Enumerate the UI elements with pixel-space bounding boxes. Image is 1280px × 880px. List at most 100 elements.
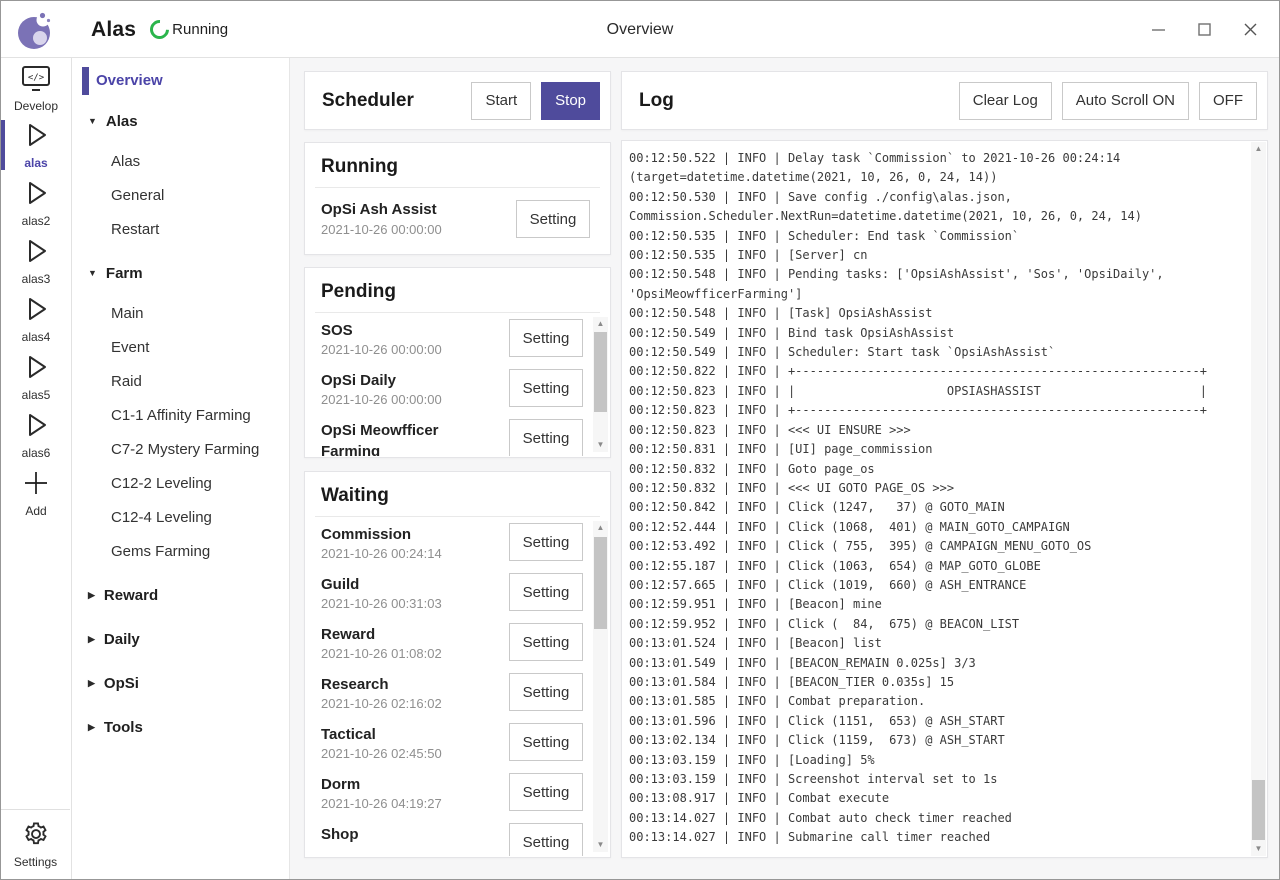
scroll-up-icon[interactable]: ▲ [593, 521, 608, 535]
nav-item-overview[interactable]: Overview [96, 67, 289, 95]
scroll-down-icon[interactable]: ▼ [1251, 842, 1266, 856]
nav-item-event[interactable]: Event [111, 331, 289, 365]
nav-item-c7-2-mystery-farming[interactable]: C7-2 Mystery Farming [111, 433, 289, 467]
task-row: OpSi Ash Assist2021-10-26 00:00:00Settin… [305, 188, 610, 252]
scroll-thumb[interactable] [594, 332, 607, 412]
minimize-icon[interactable] [1135, 1, 1181, 58]
setting-button[interactable]: Setting [509, 573, 583, 611]
setting-button[interactable]: Setting [509, 623, 583, 661]
nav-item-main[interactable]: Main [111, 297, 289, 331]
sidebar-item-add[interactable]: Add [1, 465, 71, 521]
sidebar-item-alas3[interactable]: alas3 [1, 233, 71, 289]
log-line: 00:12:52.444 | INFO | Click (1068, 401) … [629, 518, 1246, 537]
sidebar-item-alas[interactable]: alas [1, 117, 71, 173]
setting-button[interactable]: Setting [509, 823, 583, 856]
log-line: 00:13:14.027 | INFO | Combat auto check … [629, 809, 1246, 828]
nav-item-restart[interactable]: Restart [111, 213, 289, 247]
start-button[interactable]: Start [471, 82, 531, 120]
log-panel: 00:12:50.522 | INFO | Delay task `Commis… [621, 140, 1268, 858]
setting-button[interactable]: Setting [516, 200, 590, 238]
setting-button[interactable]: Setting [509, 523, 583, 561]
log-line: 00:12:59.952 | INFO | Click ( 84, 675) @… [629, 615, 1246, 634]
app-logo-icon [15, 9, 55, 51]
nav-item-gems-farming[interactable]: Gems Farming [111, 535, 289, 569]
nav-group-tools[interactable]: ▶Tools [88, 717, 289, 737]
setting-button[interactable]: Setting [509, 369, 583, 407]
task-name: OpSi Daily [321, 370, 489, 391]
waiting-title: Waiting [305, 472, 610, 516]
log-line: 00:12:50.549 | INFO | Scheduler: Start t… [629, 343, 1246, 362]
log-line: 00:13:02.134 | INFO | Click (1159, 673) … [629, 731, 1246, 750]
task-name: OpSi Ash Assist [321, 199, 489, 220]
setting-button[interactable]: Setting [509, 319, 583, 357]
log-line: 'OpsiMeowfficerFarming'] [629, 285, 1246, 304]
log-line: 00:13:03.159 | INFO | Screenshot interva… [629, 770, 1246, 789]
task-name: SOS [321, 320, 489, 341]
window-controls [1135, 1, 1273, 58]
sidebar-item-alas2[interactable]: alas2 [1, 175, 71, 231]
nav-group-label: OpSi [104, 675, 139, 692]
sidebar-item-settings[interactable]: Settings [1, 809, 70, 879]
develop-icon: </> [19, 65, 53, 98]
task-row: Guild2021-10-26 00:31:03Setting [305, 567, 610, 617]
sidebar-item-alas5[interactable]: alas5 [1, 349, 71, 405]
nav-group-alas[interactable]: ▼Alas [88, 111, 289, 131]
task-next-run-time: 2021-10-26 02:45:50 [321, 746, 442, 761]
gear-icon [21, 819, 51, 854]
log-line: 00:12:50.823 | INFO | <<< UI ENSURE >>> [629, 421, 1246, 440]
scroll-thumb[interactable] [594, 537, 607, 629]
sidebar-item-label: Develop [14, 99, 58, 113]
scroll-up-icon[interactable]: ▲ [593, 317, 608, 331]
autoscroll-off-button[interactable]: OFF [1199, 82, 1257, 120]
nav-group-opsi[interactable]: ▶ OpSi [88, 673, 289, 693]
nav-item-c1-1-affinity-farming[interactable]: C1-1 Affinity Farming [111, 399, 289, 433]
chevron-down-icon: ▼ [88, 268, 97, 278]
scroll-down-icon[interactable]: ▼ [593, 838, 608, 852]
sidebar-item-label: alas3 [22, 272, 51, 286]
play-icon [21, 410, 51, 445]
pending-list: SOS2021-10-26 00:00:00SettingOpSi Daily2… [305, 313, 610, 456]
nav-item-c12-4-leveling[interactable]: C12-4 Leveling [111, 501, 289, 535]
nav-item-raid[interactable]: Raid [111, 365, 289, 399]
nav-group-reward[interactable]: ▶Reward [88, 585, 289, 605]
sidebar-item-label: alas6 [22, 446, 51, 460]
log-output[interactable]: 00:12:50.522 | INFO | Delay task `Commis… [622, 141, 1250, 857]
setting-button[interactable]: Setting [509, 773, 583, 811]
close-icon[interactable] [1227, 1, 1273, 58]
log-scrollbar[interactable]: ▲ ▼ [1251, 142, 1266, 856]
log-line: 00:12:50.530 | INFO | Save config ./conf… [629, 188, 1246, 207]
setting-button[interactable]: Setting [509, 723, 583, 761]
play-icon [21, 178, 51, 213]
scroll-down-icon[interactable]: ▼ [593, 438, 608, 452]
clear-log-button[interactable]: Clear Log [959, 82, 1052, 120]
app-window: Alas Running Overview </>Developalasalas… [0, 0, 1280, 880]
sidebar-item-alas4[interactable]: alas4 [1, 291, 71, 347]
sidebar-item-develop[interactable]: </>Develop [1, 63, 71, 115]
nav-item-general[interactable]: General [111, 179, 289, 213]
chevron-right-icon: ▶ [88, 678, 95, 689]
sidebar-item-label: alas2 [22, 214, 51, 228]
pending-scrollbar[interactable]: ▲ ▼ [593, 317, 608, 452]
nav-group-farm[interactable]: ▼ Farm [88, 263, 289, 283]
waiting-scrollbar[interactable]: ▲ ▼ [593, 521, 608, 852]
scroll-up-icon[interactable]: ▲ [1251, 142, 1266, 156]
nav-item-alas[interactable]: Alas [111, 145, 289, 179]
stop-button[interactable]: Stop [541, 82, 600, 120]
maximize-icon[interactable] [1181, 1, 1227, 58]
sidebar-item-label: alas4 [22, 330, 51, 344]
task-row: Dorm2021-10-26 04:19:27Setting [305, 767, 610, 817]
app-title: Alas [91, 18, 136, 42]
scroll-thumb[interactable] [1252, 780, 1265, 840]
pending-card: Pending SOS2021-10-26 00:00:00SettingOpS… [304, 267, 611, 458]
chevron-right-icon: ▶ [88, 590, 95, 601]
nav-group-daily[interactable]: ▶Daily [88, 629, 289, 649]
setting-button[interactable]: Setting [509, 673, 583, 711]
sidebar-item-alas6[interactable]: alas6 [1, 407, 71, 463]
nav-group-label: Farm [106, 265, 143, 282]
nav-item-c12-2-leveling[interactable]: C12-2 Leveling [111, 467, 289, 501]
sidebar-settings-label: Settings [14, 855, 57, 869]
setting-button[interactable]: Setting [509, 419, 583, 456]
task-next-run-time: 2021-10-26 00:31:03 [321, 596, 442, 611]
scheduler-card: Scheduler Start Stop [304, 71, 611, 130]
autoscroll-on-button[interactable]: Auto Scroll ON [1062, 82, 1189, 120]
